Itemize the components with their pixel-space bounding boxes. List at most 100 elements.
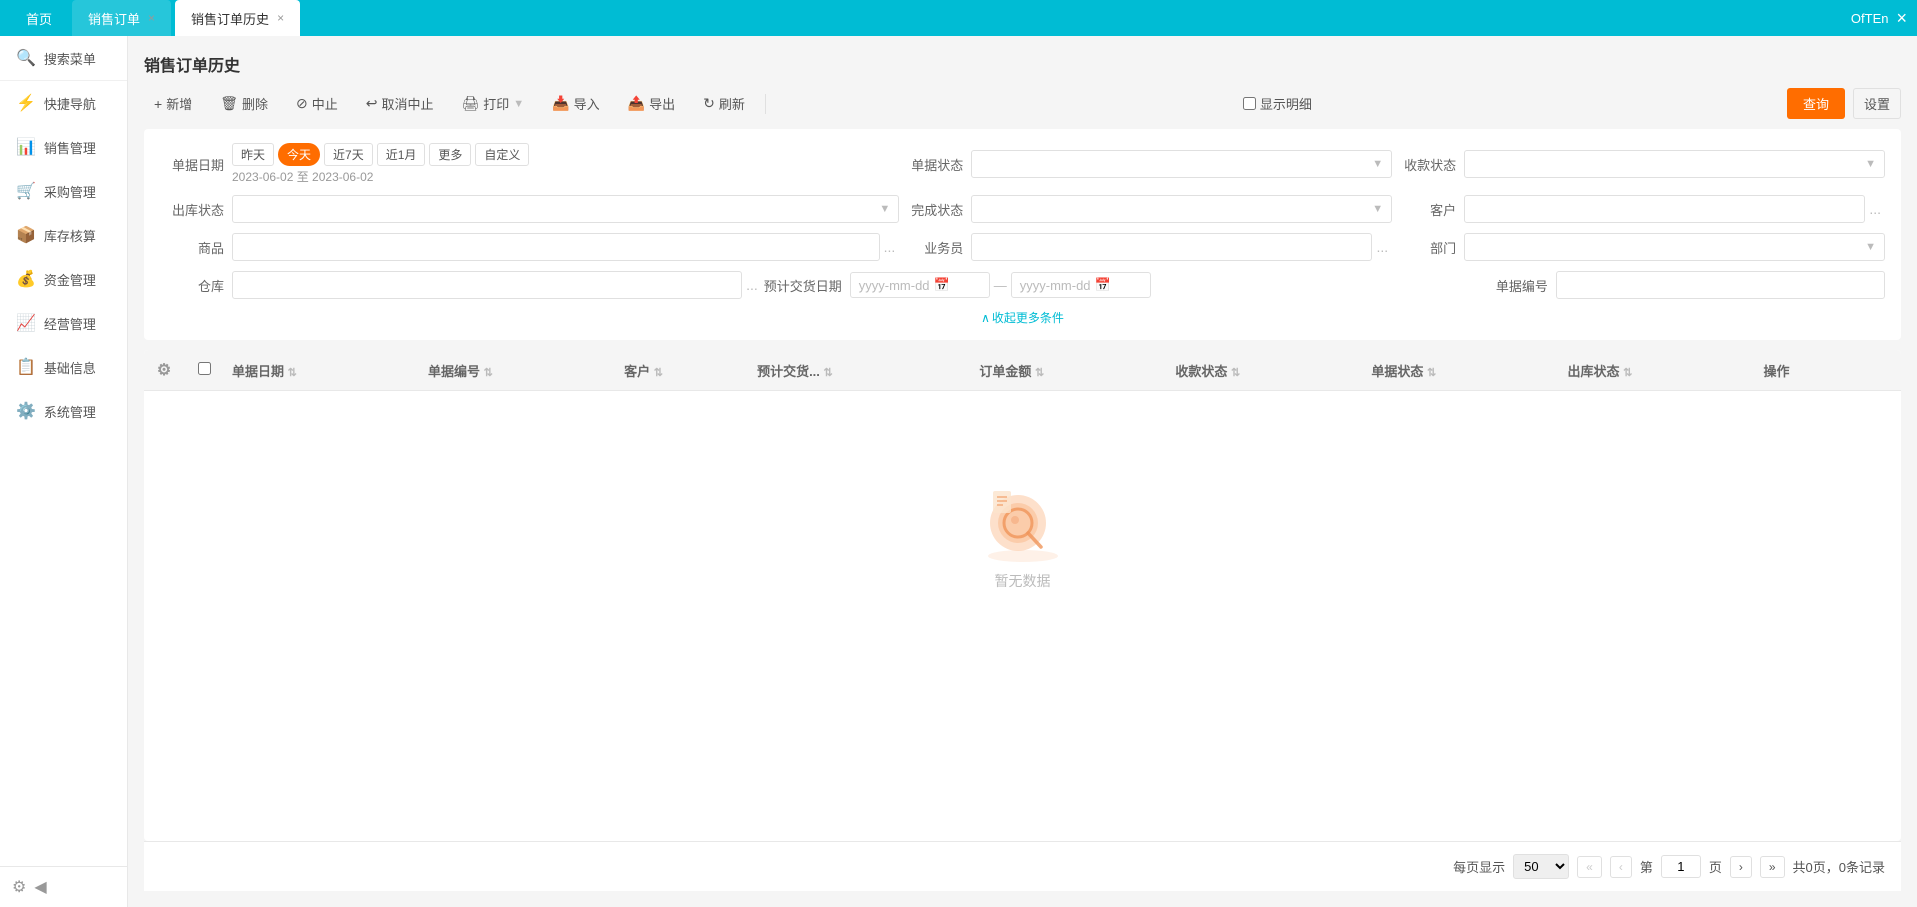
display-column-wrap[interactable]: 显示明细: [1243, 94, 1312, 113]
sort-payment-status-icon[interactable]: ⇅: [1231, 367, 1240, 379]
last-page-button[interactable]: »: [1760, 856, 1785, 878]
new-button[interactable]: + 新增: [144, 89, 202, 118]
main-layout: 🔍 搜索菜单 ⚡ 快捷导航 📊 销售管理 🛒 采购管理 📦 库存核算 💰 资金管…: [0, 36, 1917, 907]
collapse-row: ∧ 收起更多条件: [160, 309, 1885, 326]
tab-sales-order-close[interactable]: ×: [148, 11, 155, 25]
salesman-browse-btn[interactable]: ...: [1372, 235, 1392, 259]
th-outbound-status-label: 出库状态: [1567, 364, 1619, 379]
date-range-dash: —: [994, 278, 1007, 293]
th-checkbox: [184, 350, 224, 391]
sidebar-item-sales-mgmt-label: 销售管理: [44, 138, 96, 157]
custom-btn[interactable]: 自定义: [475, 143, 529, 166]
import-button[interactable]: 📥 导入: [542, 89, 609, 118]
last1m-btn[interactable]: 近1月: [377, 143, 426, 166]
tab-home[interactable]: 首页: [10, 0, 68, 36]
order-status-control[interactable]: ▼: [971, 150, 1392, 178]
dept-control[interactable]: ▼: [1464, 233, 1885, 261]
sidebar-item-sales-mgmt[interactable]: 📊 销售管理: [0, 125, 127, 169]
delete-button[interactable]: 🗑 删除: [210, 89, 278, 118]
sidebar-item-system-mgmt[interactable]: ⚙️ 系统管理: [0, 389, 127, 433]
more-btn[interactable]: 更多: [429, 143, 471, 166]
outbound-filter-item: 出库状态 ▼: [160, 195, 899, 223]
tab-sales-order[interactable]: 销售订单 ×: [72, 0, 171, 36]
date-quick-buttons: 昨天 今天 近7天 近1月 更多 自定义: [232, 143, 899, 166]
settings-button[interactable]: 设置: [1853, 88, 1901, 119]
select-all-checkbox[interactable]: [198, 362, 211, 375]
close-window-icon[interactable]: ×: [1896, 8, 1907, 29]
first-page-button[interactable]: «: [1577, 856, 1602, 878]
prev-page-button[interactable]: ‹: [1610, 856, 1632, 878]
tab-bar: 首页 销售订单 × 销售订单历史 ×: [10, 0, 300, 36]
th-amount: 订单金额 ⇅: [971, 350, 1167, 391]
payment-status-select[interactable]: ▼: [1464, 150, 1885, 178]
delivery-date-to[interactable]: yyyy-mm-dd 📅: [1011, 272, 1151, 298]
order-status-select[interactable]: ▼: [971, 150, 1392, 178]
sort-order-status-icon[interactable]: ⇅: [1427, 367, 1436, 379]
sidebar-item-purchase-mgmt[interactable]: 🛒 采购管理: [0, 169, 127, 213]
filter-row-4: 仓库 ... 预计交货日期 yyyy-mm-dd 📅: [160, 271, 1885, 299]
warehouse-browse-btn[interactable]: ...: [742, 273, 762, 297]
date-filter-item: 单据日期 昨天 今天 近7天 近1月 更多 自定义 2023-06-02 至 2…: [160, 143, 899, 185]
warehouse-input[interactable]: [232, 271, 742, 299]
tab-sales-order-history-close[interactable]: ×: [277, 11, 284, 25]
sort-delivery-date-icon[interactable]: ⇅: [824, 367, 833, 379]
sort-outbound-status-icon[interactable]: ⇅: [1623, 367, 1632, 379]
outbound-select[interactable]: ▼: [232, 195, 899, 223]
tab-sales-order-history[interactable]: 销售订单历史 ×: [175, 0, 300, 36]
refresh-button[interactable]: ↻ 刷新: [693, 89, 755, 118]
top-right-text: OfTEn: [1851, 11, 1889, 26]
dept-label: 部门: [1392, 238, 1464, 257]
tab-sales-order-history-label: 销售订单历史: [191, 9, 269, 28]
sidebar-item-inventory[interactable]: 📦 库存核算: [0, 213, 127, 257]
yesterday-btn[interactable]: 昨天: [232, 143, 274, 166]
stop-button[interactable]: ⊘ 中止: [286, 89, 348, 118]
sort-date-icon[interactable]: ⇅: [288, 367, 297, 379]
sidebar-item-finance[interactable]: 💰 资金管理: [0, 257, 127, 301]
column-settings-icon[interactable]: ⚙: [157, 362, 171, 379]
product-input[interactable]: [232, 233, 880, 261]
customer-input[interactable]: [1464, 195, 1865, 223]
order-no-input[interactable]: [1556, 271, 1885, 299]
data-table-wrap: ⚙ 单据日期 ⇅ 单据编号 ⇅: [144, 350, 1901, 841]
warehouse-control: ...: [232, 271, 762, 299]
th-settings: ⚙: [144, 350, 184, 391]
product-browse-btn[interactable]: ...: [880, 235, 900, 259]
sidebar-collapse-icon[interactable]: ◀: [34, 877, 46, 897]
sort-customer-icon[interactable]: ⇅: [654, 367, 663, 379]
query-button[interactable]: 查询: [1787, 88, 1845, 119]
delivery-date-from[interactable]: yyyy-mm-dd 📅: [850, 272, 990, 298]
print-button[interactable]: 🖨 打印 ▼: [452, 89, 535, 118]
cancel-stop-button[interactable]: ↩ 取消中止: [356, 89, 444, 118]
sidebar-item-quick-nav[interactable]: ⚡ 快捷导航: [0, 81, 127, 125]
salesman-input[interactable]: [971, 233, 1372, 261]
complete-control[interactable]: ▼: [971, 195, 1392, 223]
sidebar-item-basic-info[interactable]: 📋 基础信息: [0, 345, 127, 389]
dept-select[interactable]: ▼: [1464, 233, 1885, 261]
filter-card: 单据日期 昨天 今天 近7天 近1月 更多 自定义 2023-06-02 至 2…: [144, 129, 1901, 340]
last7-btn[interactable]: 近7天: [324, 143, 373, 166]
export-button[interactable]: 📤 导出: [618, 89, 685, 118]
sort-order-no-icon[interactable]: ⇅: [484, 367, 493, 379]
sidebar-search[interactable]: 🔍 搜索菜单: [0, 36, 127, 81]
today-btn[interactable]: 今天: [278, 143, 320, 166]
page-label: 页: [1709, 857, 1722, 876]
collapse-btn[interactable]: ∧ 收起更多条件: [981, 309, 1064, 326]
page-number-input[interactable]: [1661, 855, 1701, 878]
sidebar-item-operation[interactable]: 📈 经营管理: [0, 301, 127, 345]
system-mgmt-icon: ⚙️: [16, 401, 36, 421]
payment-status-control[interactable]: ▼: [1464, 150, 1885, 178]
sidebar-settings-icon[interactable]: ⚙: [12, 877, 26, 897]
delivery-date-to-value: yyyy-mm-dd: [1020, 278, 1091, 293]
complete-select[interactable]: ▼: [971, 195, 1392, 223]
outbound-control[interactable]: ▼: [232, 195, 899, 223]
display-column-checkbox[interactable]: [1243, 97, 1256, 110]
order-no-control[interactable]: [1556, 271, 1885, 299]
page-size-select[interactable]: 50 10 20 100: [1513, 854, 1569, 879]
sidebar-item-purchase-mgmt-label: 采购管理: [44, 182, 96, 201]
th-date-label: 单据日期: [232, 364, 284, 379]
delivery-date-filter-item: 预计交货日期 yyyy-mm-dd 📅 — yyyy-mm-dd 📅: [762, 272, 1484, 298]
next-page-button[interactable]: ›: [1730, 856, 1752, 878]
sort-amount-icon[interactable]: ⇅: [1035, 367, 1044, 379]
customer-browse-btn[interactable]: ...: [1865, 197, 1885, 221]
finance-icon: 💰: [16, 269, 36, 289]
